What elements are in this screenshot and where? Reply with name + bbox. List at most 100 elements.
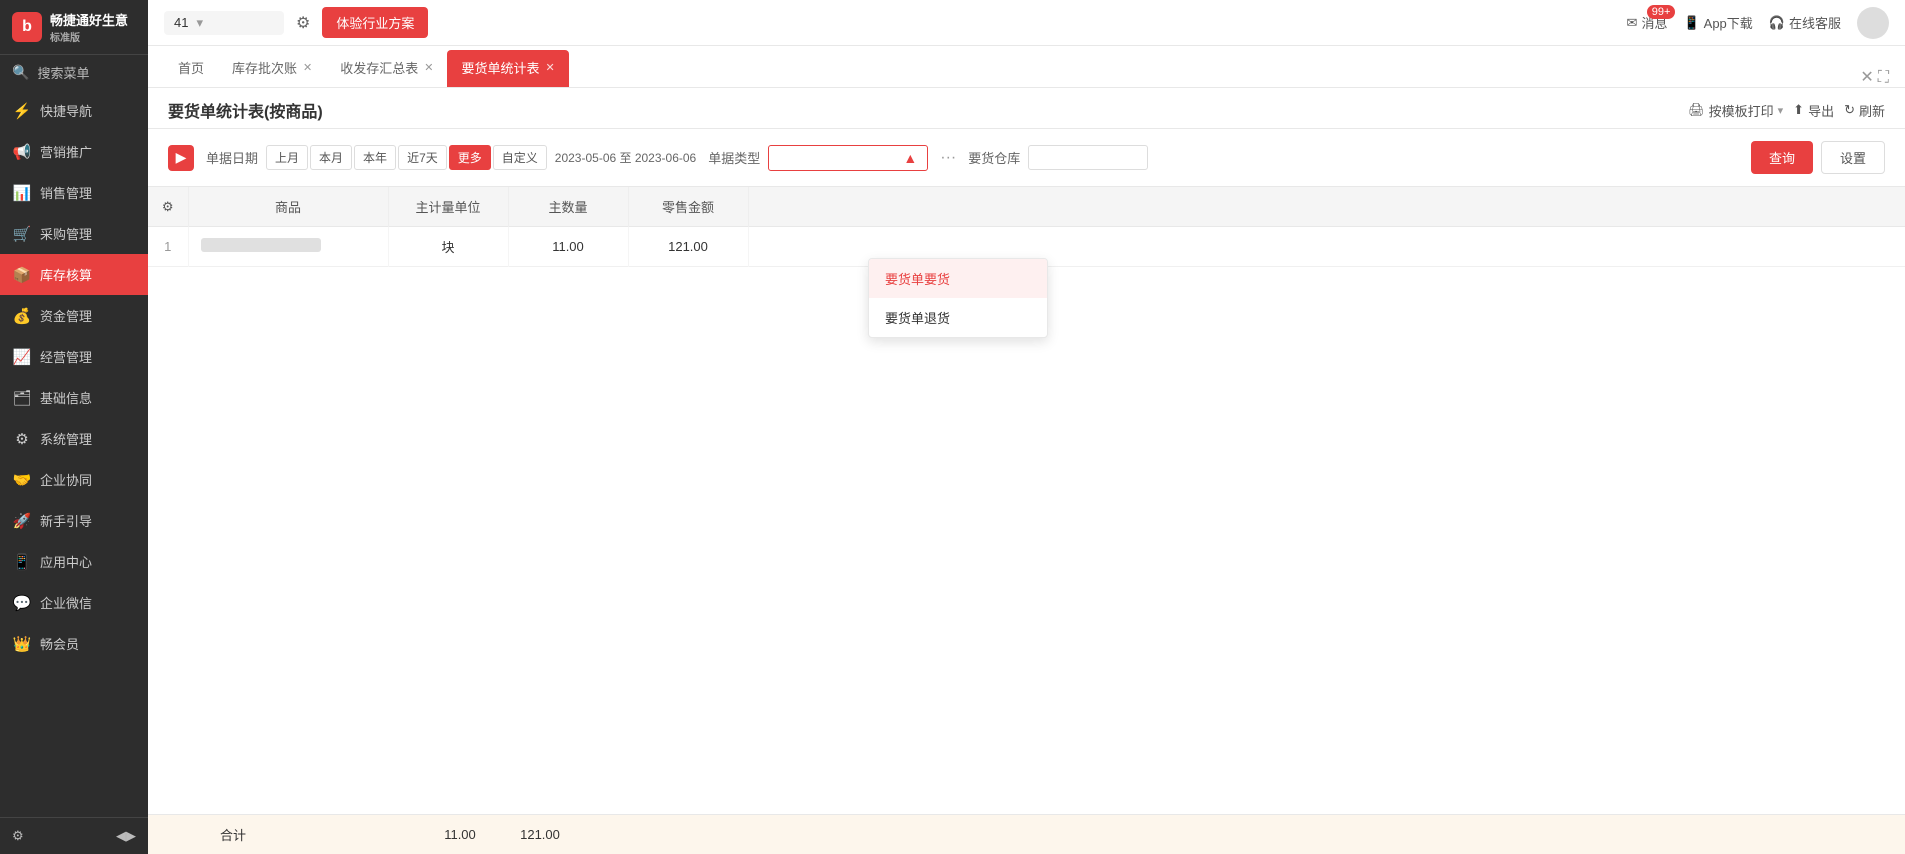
tabbar: 首页 库存批次账 ✕ 收发存汇总表 ✕ 要货单统计表 ✕ ✕ ⛶	[148, 46, 1905, 88]
last-month-btn[interactable]: 上月	[266, 145, 308, 170]
custom-btn[interactable]: 自定义	[493, 145, 547, 170]
row-num: 1	[148, 227, 188, 267]
refresh-label: 刷新	[1859, 101, 1885, 120]
app-label: App下载	[1704, 13, 1753, 32]
row-unit: 块	[388, 227, 508, 267]
export-btn[interactable]: ⬆ 导出	[1793, 101, 1834, 120]
last-7-btn[interactable]: 近7天	[398, 145, 447, 170]
sidebar-item-marketing[interactable]: 📢 营销推广	[0, 131, 148, 172]
tab-order-stats-label: 要货单统计表	[461, 58, 539, 77]
topbar-left: 41 ▾ ⚙ 体验行业方案	[164, 7, 428, 38]
tab-inventory-batch-label: 库存批次账	[232, 58, 297, 77]
nav-label-operation: 经营管理	[40, 347, 92, 366]
app-icon: 📱	[1683, 15, 1699, 31]
date-label: 单据日期	[206, 148, 258, 167]
col-amount: 零售金额	[628, 187, 748, 227]
sidebar-item-operation[interactable]: 📈 经营管理	[0, 336, 148, 377]
page-title: 要货单统计表(按商品)	[168, 98, 323, 122]
filter-expand-btn[interactable]: ▶	[168, 145, 194, 171]
type-more-btn[interactable]: ···	[940, 149, 956, 167]
this-month-btn[interactable]: 本月	[310, 145, 352, 170]
sidebar-item-finance[interactable]: 💰 资金管理	[0, 295, 148, 336]
sidebar-settings-icon[interactable]: ⚙	[12, 828, 24, 844]
refresh-icon: ↻	[1844, 102, 1855, 118]
sidebar-item-sales[interactable]: 📊 销售管理	[0, 172, 148, 213]
trial-button[interactable]: 体验行业方案	[322, 7, 428, 38]
topbar-settings-icon[interactable]: ⚙	[296, 13, 310, 33]
this-year-btn[interactable]: 本年	[354, 145, 396, 170]
type-label: 单据类型	[708, 148, 760, 167]
nav-icon-inventory: 📦	[12, 266, 32, 284]
dropdown-item-order[interactable]: 要货单要货	[869, 259, 1047, 298]
service-item[interactable]: 🎧 在线客服	[1769, 13, 1841, 32]
service-label: 在线客服	[1789, 13, 1841, 32]
tab-shipment-close[interactable]: ✕	[424, 61, 433, 74]
nav-label-marketing: 营销推广	[40, 142, 92, 161]
logo-name: 畅捷通好生意	[50, 10, 128, 29]
tab-inventory-batch-close[interactable]: ✕	[303, 61, 312, 74]
topbar: 41 ▾ ⚙ 体验行业方案 ✉ 消息 99+ 📱 App下载 🎧 在线客服	[148, 0, 1905, 46]
warehouse-label: 要货仓库	[968, 148, 1020, 167]
sidebar-search[interactable]: 🔍 搜索菜单	[0, 55, 148, 90]
sidebar-item-wechat[interactable]: 💬 企业微信	[0, 582, 148, 623]
tab-expand-icon[interactable]: ⛶	[1878, 69, 1889, 87]
nav-label-finance: 资金管理	[40, 306, 92, 325]
breadcrumb[interactable]: 41 ▾	[164, 11, 284, 35]
col-settings[interactable]: ⚙	[148, 187, 188, 227]
sidebar-item-quick-nav[interactable]: ⚡ 快捷导航	[0, 90, 148, 131]
tab-order-stats-close[interactable]: ✕	[546, 61, 555, 74]
nav-label-newbie: 新手引导	[40, 511, 92, 530]
date-filter-group: 单据日期 上月 本月 本年 近7天 更多 自定义 2023-05-06 至 20…	[206, 145, 696, 170]
tab-home[interactable]: 首页	[164, 50, 218, 87]
date-range-value: 2023-05-06 至 2023-06-06	[555, 149, 696, 166]
sidebar-collapse-icon[interactable]: ◀▶	[116, 828, 136, 844]
nav-icon-marketing: 📢	[12, 143, 32, 161]
logo-icon: b	[12, 12, 42, 42]
date-quick-btns: 上月 本月 本年 近7天 更多 自定义	[266, 145, 547, 170]
warehouse-value	[1037, 150, 1041, 165]
sidebar-item-member[interactable]: 👑 畅会员	[0, 623, 148, 664]
type-select-value	[779, 150, 783, 165]
sidebar-item-enterprise[interactable]: 🤝 企业协同	[0, 459, 148, 500]
message-item[interactable]: ✉ 消息 99+	[1627, 13, 1668, 32]
nav-icon-purchase: 🛒	[12, 225, 32, 243]
refresh-btn[interactable]: ↻ 刷新	[1844, 101, 1885, 120]
user-avatar[interactable]	[1857, 7, 1889, 39]
settings-button[interactable]: 设置	[1821, 141, 1885, 174]
sidebar-item-system[interactable]: ⚙ 系统管理	[0, 418, 148, 459]
message-badge: 99+	[1647, 5, 1676, 19]
more-btn[interactable]: 更多	[449, 145, 491, 170]
breadcrumb-arrow: ▾	[196, 15, 203, 31]
col-extra	[748, 187, 1905, 227]
type-select-arrow: ▲	[903, 150, 917, 166]
dropdown-item-return[interactable]: 要货单退货	[869, 298, 1047, 337]
tab-home-label: 首页	[178, 58, 204, 77]
nav-icon-system: ⚙	[12, 430, 32, 448]
nav-icon-operation: 📈	[12, 348, 32, 366]
nav-label-purchase: 采购管理	[40, 224, 92, 243]
table-footer: 合计 11.00 121.00	[148, 814, 1905, 854]
sidebar-item-purchase[interactable]: 🛒 采购管理	[0, 213, 148, 254]
sidebar-item-inventory[interactable]: 📦 库存核算	[0, 254, 148, 295]
nav-icon-basic: 🗂	[12, 389, 32, 407]
type-select[interactable]: ▲	[768, 145, 928, 171]
tab-inventory-batch[interactable]: 库存批次账 ✕	[218, 50, 326, 87]
sidebar-item-basic[interactable]: 🗂 基础信息	[0, 377, 148, 418]
warehouse-select[interactable]	[1028, 145, 1148, 170]
tab-close-all-icon[interactable]: ✕	[1860, 67, 1873, 87]
footer-qty: 11.00	[420, 827, 500, 842]
app-download-item[interactable]: 📱 App下载	[1683, 13, 1752, 32]
print-btn[interactable]: 🖨 按模板打印 ▾	[1688, 101, 1783, 120]
sidebar-item-app-center[interactable]: 📱 应用中心	[0, 541, 148, 582]
filter-area: ▶ 单据日期 上月 本月 本年 近7天 更多 自定义 2023-05-06 至 …	[148, 129, 1905, 187]
tab-shipment-summary[interactable]: 收发存汇总表 ✕	[326, 50, 447, 87]
main-area: 41 ▾ ⚙ 体验行业方案 ✉ 消息 99+ 📱 App下载 🎧 在线客服	[148, 0, 1905, 854]
nav-label-app-center: 应用中心	[40, 552, 92, 571]
col-product: 商品	[188, 187, 388, 227]
footer-label: 合计	[220, 825, 300, 844]
query-button[interactable]: 查询	[1751, 141, 1813, 174]
nav-label-wechat: 企业微信	[40, 593, 92, 612]
sidebar-item-newbie[interactable]: 🚀 新手引导	[0, 500, 148, 541]
message-icon: ✉	[1627, 15, 1638, 31]
tab-order-stats[interactable]: 要货单统计表 ✕	[447, 50, 568, 87]
